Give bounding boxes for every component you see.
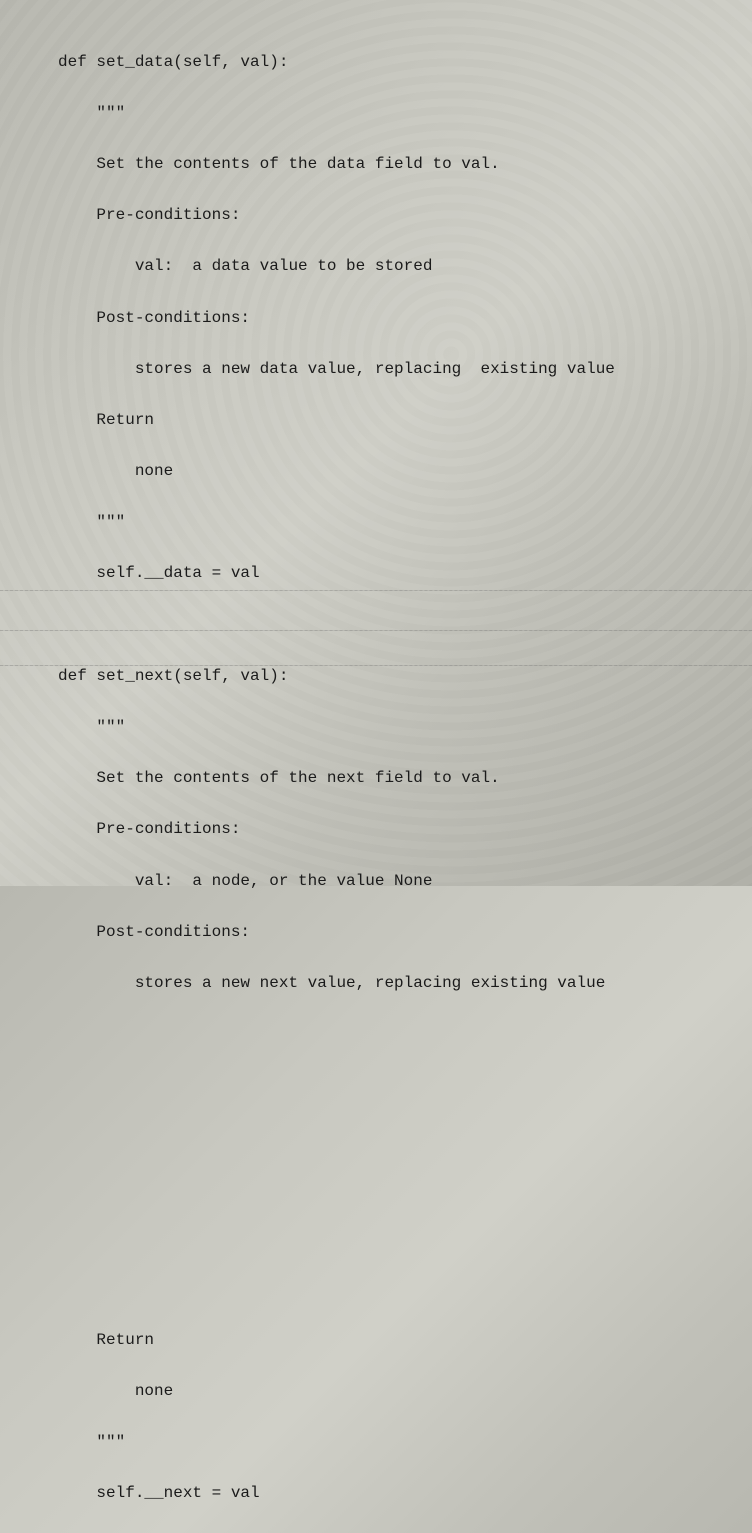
code-line: Post-conditions:	[58, 306, 752, 332]
code-line: none	[58, 459, 752, 485]
code-line: """	[58, 101, 752, 127]
code-line: stores a new data value, replacing exist…	[58, 357, 752, 383]
code-line: Set the contents of the data field to va…	[58, 152, 752, 178]
code-line: val: a data value to be stored	[58, 254, 752, 280]
code-line: Return	[58, 1328, 752, 1354]
horizontal-line	[0, 630, 752, 631]
code-line: """	[58, 1430, 752, 1456]
code-line: Pre-conditions:	[58, 203, 752, 229]
code-line: none	[58, 1379, 752, 1405]
code-line: """	[58, 510, 752, 536]
code-line: def set_data(self, val):	[58, 50, 752, 76]
code-line: """	[58, 715, 752, 741]
code-line: Return	[58, 408, 752, 434]
code-line: val: a node, or the value None	[58, 869, 752, 895]
code-line: Pre-conditions:	[58, 817, 752, 843]
horizontal-line	[0, 665, 752, 666]
blank-gap	[58, 1022, 752, 1302]
code-line: self.__next = val	[58, 1481, 752, 1507]
code-line: self.__data = val	[58, 561, 752, 587]
code-line: stores a new next value, replacing exist…	[58, 971, 752, 997]
code-line: Post-conditions:	[58, 920, 752, 946]
horizontal-line	[0, 590, 752, 591]
code-block: def set_data(self, val): """ Set the con…	[0, 24, 752, 1533]
code-line: def set_next(self, val):	[58, 664, 752, 690]
code-line: Set the contents of the next field to va…	[58, 766, 752, 792]
